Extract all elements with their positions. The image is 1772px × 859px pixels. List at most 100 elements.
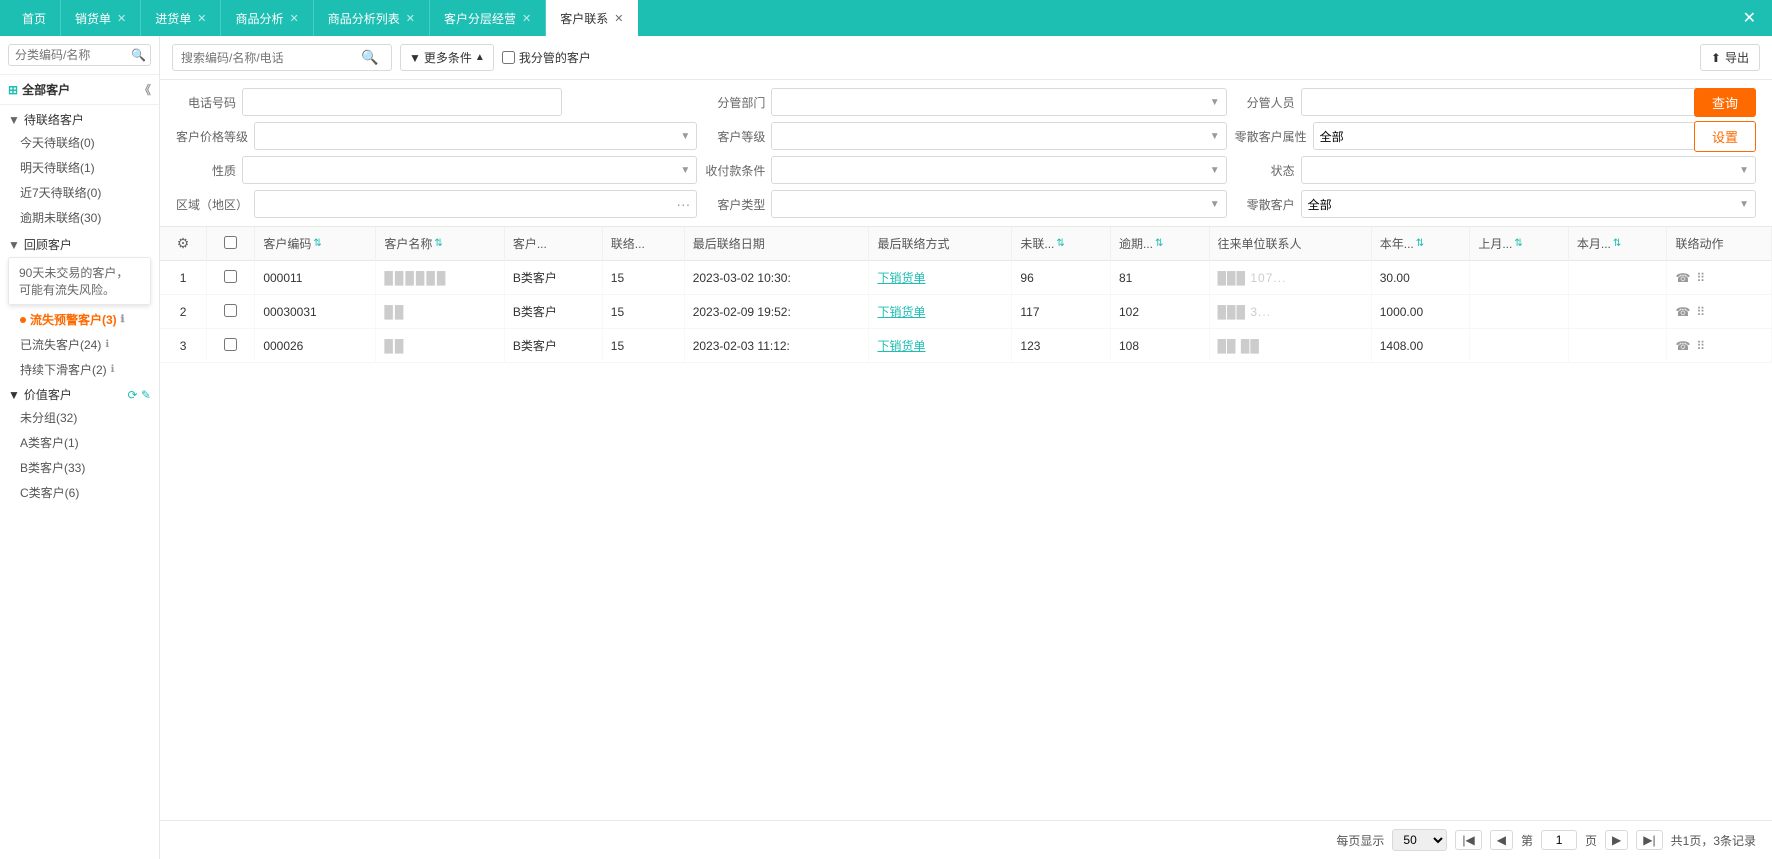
cell-last-way[interactable]: 下销货单: [869, 261, 1012, 295]
page-last-button[interactable]: ▶|: [1636, 830, 1662, 850]
my-customers-checkbox[interactable]: [502, 51, 515, 64]
cell-last-way[interactable]: 下销货单: [869, 295, 1012, 329]
tab-sales[interactable]: 销货单 ✕: [61, 0, 141, 36]
last-way-link[interactable]: 下销货单: [877, 271, 925, 285]
tab-analysis-list-close[interactable]: ✕: [406, 12, 415, 25]
sidebar-all-customers[interactable]: ⊞ 全部客户 《: [0, 75, 159, 105]
sidebar-group-value[interactable]: ▼ 价值客户 ⟳ ✎: [0, 382, 159, 405]
region-more-icon[interactable]: ···: [676, 196, 690, 212]
sidebar-item-declining[interactable]: 持续下滑客户(2) ℹ: [0, 357, 159, 382]
action-phone-icon[interactable]: ☎: [1675, 339, 1690, 353]
sidebar-item-churn-warning[interactable]: 流失预警客户(3) ℹ: [0, 307, 159, 332]
retail-customer-label: 零散客户: [1235, 196, 1295, 213]
page-first-button[interactable]: |◀: [1455, 830, 1481, 850]
action-phone-icon[interactable]: ☎: [1675, 305, 1690, 319]
sidebar-item-b-class[interactable]: B类客户(33): [0, 455, 159, 480]
sidebar-group-review[interactable]: ▼ 回顾客户: [0, 230, 159, 255]
col-name-sort[interactable]: 客户名称 ⇅: [384, 235, 495, 252]
query-settings-col: 查询 设置: [1694, 88, 1756, 152]
col-this-year-sort[interactable]: 本年... ⇅: [1380, 235, 1462, 252]
my-customers-checkbox-label[interactable]: 我分管的客户: [502, 49, 591, 66]
value-edit-icons[interactable]: ⟳ ✎: [128, 388, 151, 402]
action-more-icon[interactable]: ⠿: [1696, 339, 1705, 353]
tab-customer-contact-close[interactable]: ✕: [614, 12, 623, 25]
tab-sales-close[interactable]: ✕: [117, 12, 126, 25]
filter-field-price-grade: 客户价格等级 ▼: [176, 122, 697, 150]
tab-analysis[interactable]: 商品分析 ✕: [221, 0, 313, 36]
retail-customer-select[interactable]: 全部 ▼: [1301, 190, 1756, 218]
col-last-month-sort[interactable]: 上月... ⇅: [1478, 235, 1560, 252]
search-input[interactable]: [181, 51, 361, 65]
sidebar-collapse-icon[interactable]: 《: [139, 81, 151, 98]
tab-analysis-close[interactable]: ✕: [290, 12, 299, 25]
last-way-link[interactable]: 下销货单: [877, 305, 925, 319]
action-more-icon[interactable]: ⠿: [1696, 271, 1705, 285]
nature-select[interactable]: ▼: [242, 156, 697, 184]
query-button[interactable]: 查询: [1694, 88, 1756, 117]
sidebar-item-overdue-contact[interactable]: 逾期未联络(30): [0, 205, 159, 230]
sidebar-item-a-class[interactable]: A类客户(1): [0, 430, 159, 455]
tab-purchase[interactable]: 进货单 ✕: [141, 0, 221, 36]
row-checkbox-2[interactable]: [224, 338, 237, 351]
col-this-year: 本年... ⇅: [1371, 227, 1470, 261]
status-select[interactable]: ▼: [1301, 156, 1756, 184]
search-bar: 🔍 ▼ 更多条件 ▲ 我分管的客户 ⬆ 导出: [160, 36, 1772, 80]
export-button[interactable]: ⬆ 导出: [1700, 44, 1760, 71]
price-grade-select[interactable]: ▼: [254, 122, 697, 150]
filter-panel-wrapper: 电话号码 分管部门 ▼ 分管人员 ···: [160, 80, 1772, 227]
phone-input[interactable]: [242, 88, 562, 116]
tab-home[interactable]: 首页: [8, 0, 61, 36]
table-area: ⚙ 客户编码 ⇅ 客户名称: [160, 227, 1772, 820]
action-phone-icon[interactable]: ☎: [1675, 271, 1690, 285]
customer-grade-select[interactable]: ▼: [771, 122, 1226, 150]
tab-customer-tier-close[interactable]: ✕: [522, 12, 531, 25]
sidebar-item-c-class[interactable]: C类客户(6): [0, 480, 159, 505]
payment-select[interactable]: ▼: [771, 156, 1226, 184]
sidebar-item-churned[interactable]: 已流失客户(24) ℹ: [0, 332, 159, 357]
page-prev-button[interactable]: ◀: [1490, 830, 1513, 850]
sidebar-item-7day-contact[interactable]: 近7天待联络(0): [0, 180, 159, 205]
retail-attr-select[interactable]: 全部 ▼: [1313, 122, 1756, 150]
cell-contact: 15: [602, 261, 684, 295]
window-close-button[interactable]: ✕: [1735, 8, 1764, 28]
cell-last-month: [1470, 295, 1569, 329]
table-select-all-checkbox[interactable]: [224, 236, 237, 249]
page-input[interactable]: [1541, 830, 1577, 850]
cell-action: ☎ ⠿: [1667, 261, 1772, 295]
page-next-button[interactable]: ▶: [1605, 830, 1628, 850]
filter-icon: ▼: [409, 51, 421, 65]
col-no-contact-sort[interactable]: 未联... ⇅: [1020, 235, 1102, 252]
search-submit-icon[interactable]: 🔍: [361, 49, 378, 66]
tab-customer-contact[interactable]: 客户联系 ✕: [546, 0, 638, 36]
col-overdue-sort[interactable]: 逾期... ⇅: [1119, 235, 1201, 252]
sidebar-item-today-contact[interactable]: 今天待联络(0): [0, 130, 159, 155]
no-contact-sort-icon: ⇅: [1056, 238, 1064, 249]
sidebar-item-tomorrow-contact[interactable]: 明天待联络(1): [0, 155, 159, 180]
filter-field-payment: 收付款条件 ▼: [705, 156, 1226, 184]
dept-select[interactable]: ▼: [771, 88, 1226, 116]
action-more-icon[interactable]: ⠿: [1696, 305, 1705, 319]
row-checkbox-0[interactable]: [224, 270, 237, 283]
tab-purchase-close[interactable]: ✕: [197, 12, 206, 25]
cell-last-way[interactable]: 下销货单: [869, 329, 1012, 363]
region-select[interactable]: ···: [254, 190, 697, 218]
sidebar-search-input[interactable]: [8, 44, 151, 66]
cell-checkbox[interactable]: [207, 329, 255, 363]
person-select[interactable]: ···: [1301, 88, 1756, 116]
row-checkbox-1[interactable]: [224, 304, 237, 317]
column-settings-gear[interactable]: ⚙: [177, 235, 190, 252]
cell-checkbox[interactable]: [207, 295, 255, 329]
cell-checkbox[interactable]: [207, 261, 255, 295]
tab-customer-tier[interactable]: 客户分层经营 ✕: [430, 0, 546, 36]
col-code-sort[interactable]: 客户编码 ⇅: [263, 235, 367, 252]
col-this-month-sort[interactable]: 本月... ⇅: [1577, 235, 1659, 252]
tab-analysis-list[interactable]: 商品分析列表 ✕: [314, 0, 430, 36]
page-size-select[interactable]: 50 100: [1392, 829, 1447, 851]
more-filter-button[interactable]: ▼ 更多条件 ▲: [400, 44, 494, 71]
content-area: 🔍 ▼ 更多条件 ▲ 我分管的客户 ⬆ 导出: [160, 36, 1772, 859]
settings-button[interactable]: 设置: [1694, 121, 1756, 152]
customer-type-select[interactable]: ▼: [771, 190, 1226, 218]
sidebar-group-pending[interactable]: ▼ 待联络客户: [0, 105, 159, 130]
last-way-link[interactable]: 下销货单: [877, 339, 925, 353]
sidebar-item-ungrouped[interactable]: 未分组(32): [0, 405, 159, 430]
